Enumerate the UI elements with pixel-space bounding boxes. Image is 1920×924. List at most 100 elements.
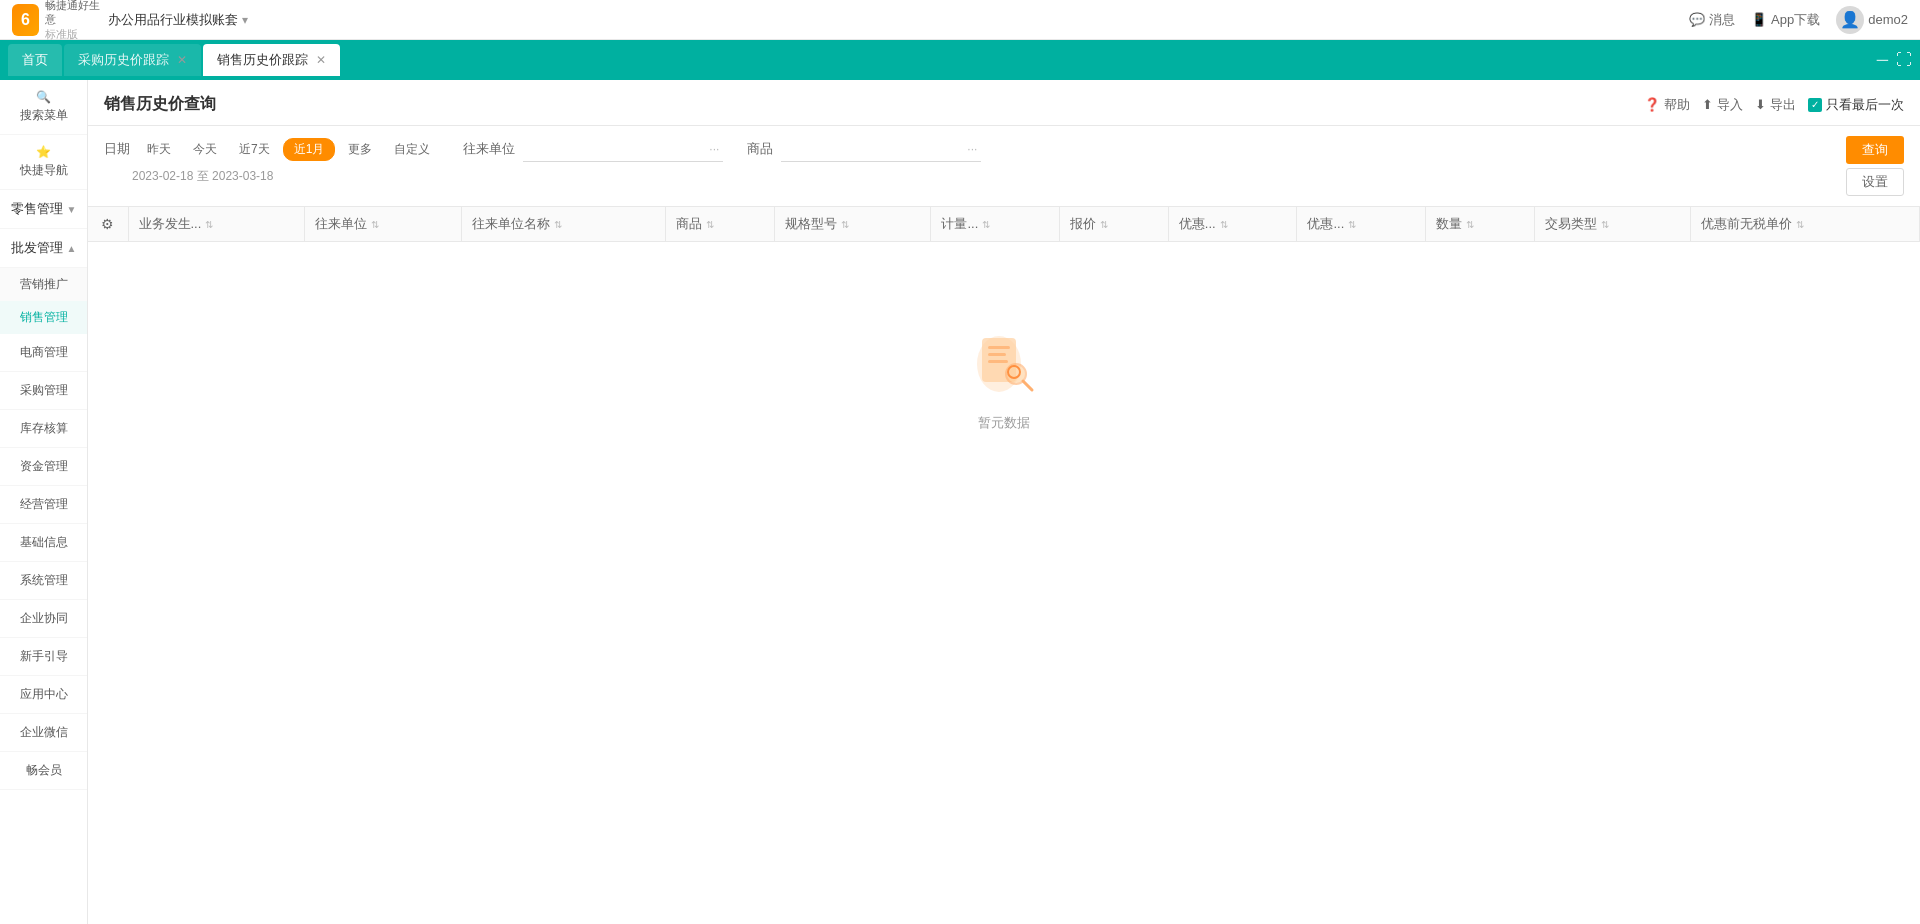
partner-label: 往来单位	[463, 140, 515, 158]
svg-rect-2	[988, 346, 1010, 349]
date-filter-group: 日期 昨天 今天 近7天 近1月 更多 自定义	[104, 138, 439, 161]
sidebar-item-marketing[interactable]: 营销推广	[0, 268, 87, 301]
sidebar-item-corp-wechat[interactable]: 企业微信	[0, 714, 87, 752]
top-right: 💬 消息 📱 App下载 👤 demo2	[1689, 6, 1908, 34]
tab-purchase-history[interactable]: 采购历史价跟踪 ✕	[64, 44, 201, 76]
sidebar-item-retail-mgmt[interactable]: 零售管理 ▼	[0, 190, 87, 229]
sort-icon: ⇅	[1796, 219, 1804, 230]
sidebar-item-sales-mgmt[interactable]: 销售管理	[0, 301, 87, 334]
svg-line-6	[1023, 381, 1032, 390]
user-avatar[interactable]: 👤 demo2	[1836, 6, 1908, 34]
page-actions: ❓ 帮助 ⬆ 导入 ⬇ 导出 ✓ 只看最后一次	[1644, 96, 1904, 114]
sort-icon: ⇅	[982, 219, 990, 230]
help-btn[interactable]: ❓ 帮助	[1644, 96, 1690, 114]
app-selector[interactable]: 办公用品行业模拟账套 ▾	[108, 11, 1681, 29]
sidebar-item-app-center[interactable]: 应用中心	[0, 676, 87, 714]
app-download-btn[interactable]: 📱 App下载	[1751, 11, 1820, 29]
col-discount1[interactable]: 优惠... ⇅	[1168, 207, 1297, 242]
sidebar-item-member[interactable]: 畅会员	[0, 752, 87, 790]
sidebar-item-quick-nav[interactable]: ⭐ 快捷导航	[0, 135, 87, 190]
sidebar-item-inventory[interactable]: 库存核算	[0, 410, 87, 448]
sidebar-item-wholesale-mgmt[interactable]: 批发管理 ▲	[0, 229, 87, 268]
help-icon: ❓	[1644, 97, 1660, 112]
table-area: ⚙ 业务发生... ⇅ 往来单位 ⇅	[88, 207, 1920, 924]
filter-line-date-range: 2023-02-18 至 2023-03-18	[104, 168, 981, 185]
goods-filter-group: 商品 ···	[747, 136, 981, 162]
message-btn[interactable]: 💬 消息	[1689, 11, 1735, 29]
tab-sales-history[interactable]: 销售历史价跟踪 ✕	[203, 44, 340, 76]
chevron-down-icon: ▾	[242, 13, 248, 27]
sort-icon: ⇅	[205, 219, 213, 230]
gear-icon[interactable]: ⚙	[101, 216, 114, 232]
col-trade-type[interactable]: 交易类型 ⇅	[1534, 207, 1691, 242]
sort-icon: ⇅	[1100, 219, 1108, 230]
username: demo2	[1868, 12, 1908, 27]
date-range-text: 2023-02-18 至 2023-03-18	[132, 168, 273, 185]
col-goods[interactable]: 商品 ⇅	[666, 207, 775, 242]
goods-input[interactable]: ···	[781, 136, 981, 162]
sidebar-item-search-menu[interactable]: 🔍 搜索菜单	[0, 80, 87, 135]
sidebar-item-operations[interactable]: 经营管理	[0, 486, 87, 524]
date-btn-more[interactable]: 更多	[339, 138, 381, 161]
date-buttons: 昨天 今天 近7天 近1月 更多 自定义	[138, 138, 439, 161]
col-unit[interactable]: 计量... ⇅	[931, 207, 1060, 242]
logo-text: 畅捷通好生意 标准版	[45, 0, 100, 41]
filter-section: 日期 昨天 今天 近7天 近1月 更多 自定义 往来单位	[104, 136, 981, 185]
tab-purchase-close-icon[interactable]: ✕	[177, 53, 187, 67]
sidebar-item-ecommerce[interactable]: 电商管理	[0, 334, 87, 372]
col-quote[interactable]: 报价 ⇅	[1060, 207, 1169, 242]
sidebar-item-tutorial[interactable]: 新手引导	[0, 638, 87, 676]
empty-text: 暂元数据	[978, 414, 1030, 432]
sort-icon: ⇅	[1466, 219, 1474, 230]
only-last-label: 只看最后一次	[1826, 96, 1904, 114]
date-btn-today[interactable]: 今天	[184, 138, 226, 161]
sort-icon: ⇅	[1348, 219, 1356, 230]
goods-input-dots[interactable]: ···	[967, 142, 977, 156]
chevron-up-icon: ▲	[67, 243, 77, 254]
col-biz-date[interactable]: 业务发生... ⇅	[128, 207, 305, 242]
app-selector-label: 办公用品行业模拟账套	[108, 11, 238, 29]
date-btn-yesterday[interactable]: 昨天	[138, 138, 180, 161]
tab-maximize-icon[interactable]: ⛶	[1896, 51, 1912, 69]
search-button[interactable]: 查询	[1846, 136, 1904, 164]
sort-icon: ⇅	[554, 219, 562, 230]
col-spec[interactable]: 规格型号 ⇅	[774, 207, 931, 242]
sidebar-item-purchase[interactable]: 采购管理	[0, 372, 87, 410]
tab-minimize-icon[interactable]: ─	[1877, 51, 1888, 69]
filter-area: 日期 昨天 今天 近7天 近1月 更多 自定义 往来单位	[88, 126, 1920, 207]
import-btn[interactable]: ⬆ 导入	[1702, 96, 1743, 114]
svg-rect-4	[988, 360, 1008, 363]
logo-icon: 6	[12, 4, 39, 36]
col-pretax-price[interactable]: 优惠前无税单价 ⇅	[1691, 207, 1920, 242]
empty-icon	[964, 322, 1044, 402]
partner-input[interactable]: ···	[523, 136, 723, 162]
star-icon: ⭐	[36, 145, 51, 159]
empty-state: 暂元数据	[88, 242, 1920, 512]
tab-bar: 首页 采购历史价跟踪 ✕ 销售历史价跟踪 ✕ ─ ⛶	[0, 40, 1920, 80]
partner-input-dots[interactable]: ···	[709, 142, 719, 156]
only-last-checkbox-container[interactable]: ✓ 只看最后一次	[1808, 96, 1904, 114]
date-label: 日期	[104, 140, 130, 158]
content: 销售历史价查询 ❓ 帮助 ⬆ 导入 ⬇ 导出 ✓ 只看最后一次	[88, 80, 1920, 924]
sidebar-item-basic-info[interactable]: 基础信息	[0, 524, 87, 562]
search-icon: 🔍	[36, 90, 51, 104]
col-partner[interactable]: 往来单位 ⇅	[305, 207, 462, 242]
col-settings[interactable]: ⚙	[88, 207, 128, 242]
sidebar-item-finance[interactable]: 资金管理	[0, 448, 87, 486]
tab-home[interactable]: 首页	[8, 44, 62, 76]
tab-sales-close-icon[interactable]: ✕	[316, 53, 326, 67]
col-partner-name[interactable]: 往来单位名称 ⇅	[461, 207, 666, 242]
date-btn-last7[interactable]: 近7天	[230, 138, 279, 161]
export-btn[interactable]: ⬇ 导出	[1755, 96, 1796, 114]
svg-rect-3	[988, 353, 1006, 356]
date-btn-custom[interactable]: 自定义	[385, 138, 439, 161]
sidebar-item-enterprise[interactable]: 企业协同	[0, 600, 87, 638]
avatar: 👤	[1836, 6, 1864, 34]
col-quantity[interactable]: 数量 ⇅	[1426, 207, 1535, 242]
sidebar-item-sys-mgmt[interactable]: 系统管理	[0, 562, 87, 600]
partner-filter-group: 往来单位 ···	[463, 136, 723, 162]
date-btn-last1m[interactable]: 近1月	[283, 138, 336, 161]
col-discount2[interactable]: 优惠... ⇅	[1297, 207, 1426, 242]
export-icon: ⬇	[1755, 97, 1766, 112]
setting-button[interactable]: 设置	[1846, 168, 1904, 196]
